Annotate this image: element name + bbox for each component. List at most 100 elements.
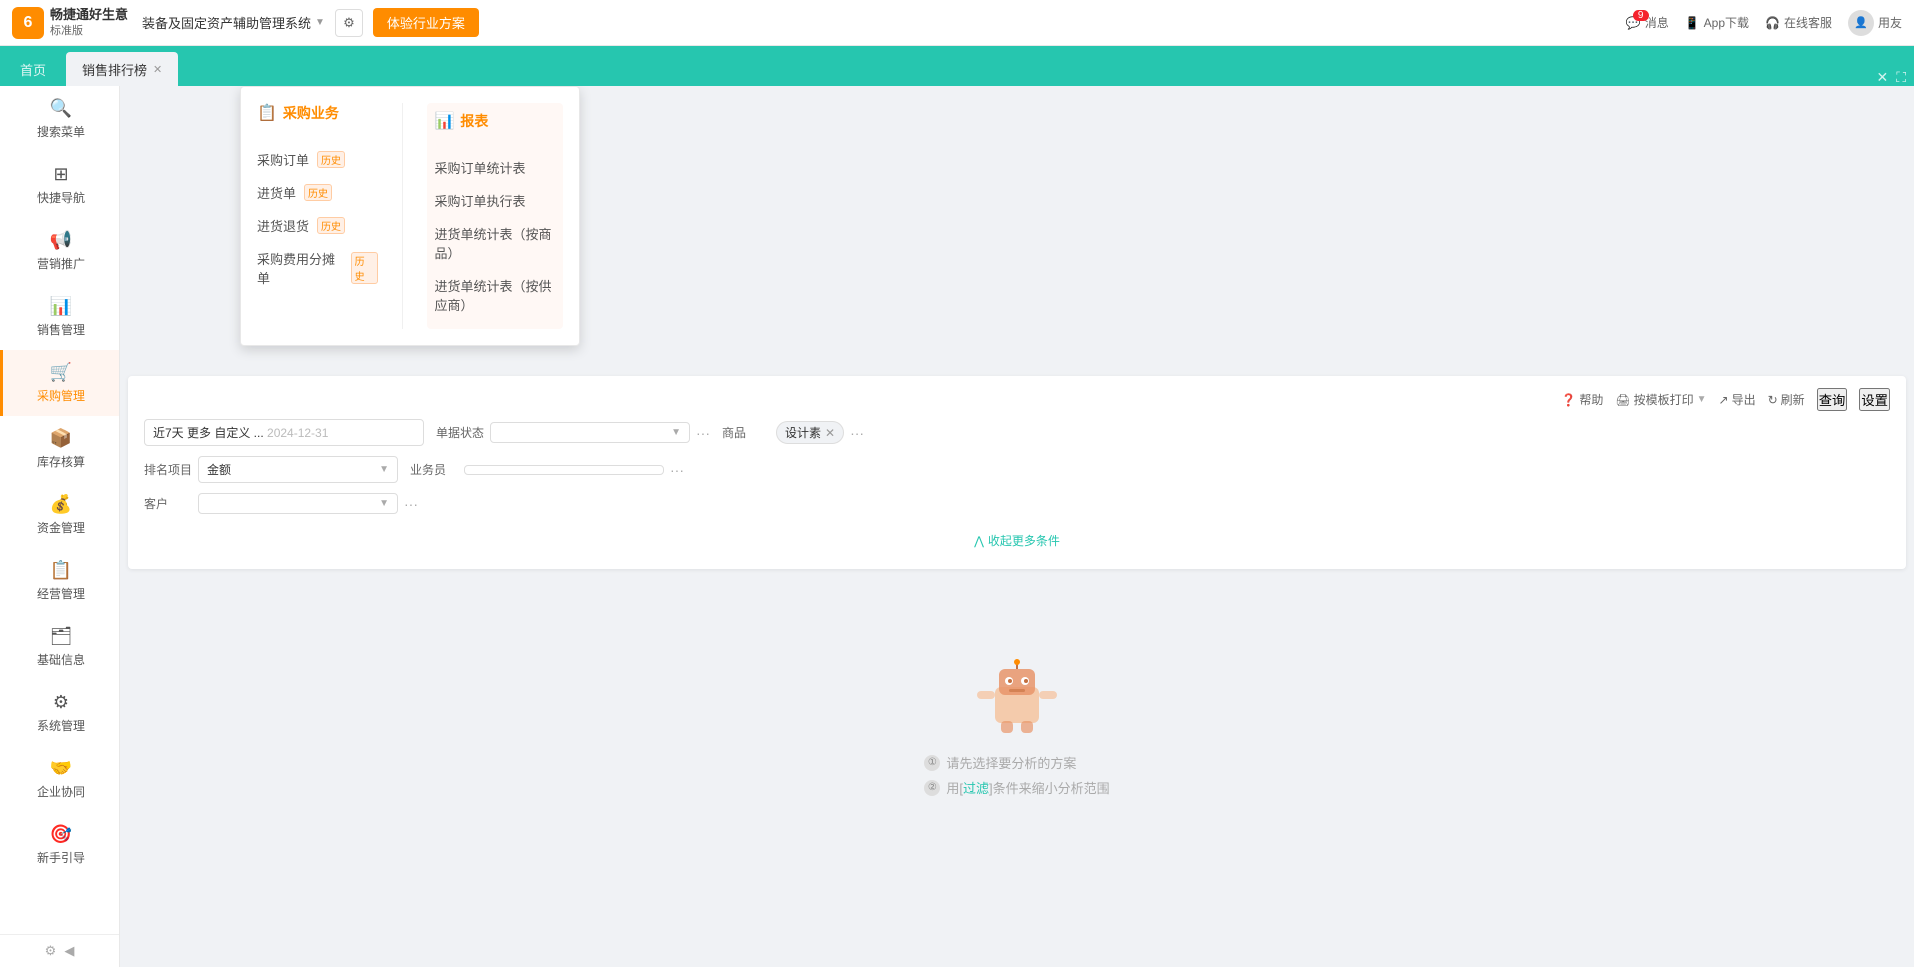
dropdown-item-purchase-expense[interactable]: 采购费用分摊单 历史 bbox=[257, 242, 378, 294]
sidebar-item-stock[interactable]: 📦 库存核算 bbox=[0, 416, 119, 482]
dropdown-col-divider bbox=[402, 103, 403, 329]
sidebar-item-newbie[interactable]: 🎯 新手引导 bbox=[0, 812, 119, 878]
settings-button[interactable]: 设置 bbox=[1859, 388, 1890, 411]
sidebar: 🔍 搜索菜单 ⊞ 快捷导航 📢 营销推广 📊 销售管理 🛒 采购管理 📦 库存核… bbox=[0, 86, 120, 967]
sidebar-item-enterprise[interactable]: 🤝 企业协同 bbox=[0, 746, 119, 812]
goods-tag-remove[interactable]: ✕ bbox=[825, 426, 835, 440]
sidebar-item-ops[interactable]: 📋 经营管理 bbox=[0, 548, 119, 614]
base-icon: 🗂 bbox=[50, 626, 73, 647]
top-header: 6 畅捷通好生意 标准版 装备及固定资产辅助管理系统 ▼ ⚙ 体验行业方案 💬 … bbox=[0, 0, 1914, 46]
customer-dots[interactable]: ··· bbox=[404, 496, 418, 512]
filter-goods-tag: 设计素 ✕ bbox=[776, 421, 844, 444]
filter-goods-cell: 商品 设计素 ✕ ··· bbox=[722, 421, 922, 444]
newbie-icon: 🎯 bbox=[50, 824, 72, 845]
empty-hint-1: ① 请先选择要分析的方案 bbox=[924, 753, 1109, 772]
tab-bar-expand-icon[interactable]: ⛶ bbox=[1896, 69, 1906, 86]
main-layout: 🔍 搜索菜单 ⊞ 快捷导航 📢 营销推广 📊 销售管理 🛒 采购管理 📦 库存核… bbox=[0, 86, 1914, 967]
refresh-icon: ↻ bbox=[1768, 393, 1778, 407]
app-download-btn[interactable]: 📱 App下载 bbox=[1685, 14, 1749, 31]
filter-voucher-status-select[interactable]: ▼ bbox=[490, 422, 690, 443]
purchase-col-icon: 📋 bbox=[257, 103, 277, 123]
dropdown-item-po-exec[interactable]: 采购订单执行表 bbox=[435, 184, 556, 217]
export-btn[interactable]: ↗ 导出 bbox=[1719, 391, 1756, 408]
sidebar-item-system[interactable]: ⚙ 系统管理 bbox=[0, 680, 119, 746]
dropdown-arrow-icon: ▼ bbox=[315, 17, 325, 28]
filter-row-3: 客户 ▼ ··· bbox=[144, 493, 1890, 514]
filter-customer-cell: 客户 ▼ ··· bbox=[144, 493, 418, 514]
tab-sales-ranking[interactable]: 销售排行榜 ✕ bbox=[66, 52, 178, 86]
help-icon: ❓ bbox=[1561, 393, 1576, 407]
tab-bar: 首页 销售排行榜 ✕ ✕ ⛶ bbox=[0, 46, 1914, 86]
header-right: 💬 9 消息 📱 App下载 🎧 在线客服 👤 用友 bbox=[1626, 10, 1902, 36]
dropdown-purchase-title: 📋 采购业务 bbox=[257, 103, 378, 131]
dropdown-item-inbound-return[interactable]: 进货退货 历史 bbox=[257, 209, 378, 242]
filter-voucher-status-cell: 单据状态 ▼ ··· bbox=[436, 422, 710, 443]
filter-salesperson-select[interactable] bbox=[464, 465, 664, 475]
report-col-icon: 📊 bbox=[435, 111, 455, 131]
tab-bar-right: ✕ ⛶ bbox=[1876, 69, 1914, 86]
voucher-status-dots[interactable]: ··· bbox=[696, 425, 710, 441]
marketing-icon: 📢 bbox=[50, 230, 72, 251]
system-icon: ⚙ bbox=[53, 692, 69, 713]
dropdown-purchase-col: 📋 采购业务 采购订单 历史 进货单 历史 进货退货 历史 采购费用分摊单 bbox=[257, 103, 378, 329]
dropdown-report-col: 📊 报表 采购订单统计表 采购订单执行表 进货单统计表（按商品） 进货单统计表（… bbox=[427, 103, 564, 329]
help-btn[interactable]: ❓ 帮助 bbox=[1561, 391, 1603, 408]
industry-btn[interactable]: 体验行业方案 bbox=[373, 8, 479, 37]
content-area: 📋 采购业务 采购订单 历史 进货单 历史 进货退货 历史 采购费用分摊单 bbox=[120, 86, 1914, 967]
dropdown-item-po-stat[interactable]: 采购订单统计表 bbox=[435, 151, 556, 184]
dropdown-item-inbound[interactable]: 进货单 历史 bbox=[257, 176, 378, 209]
stock-icon: 📦 bbox=[50, 428, 72, 449]
user-avatar-btn[interactable]: 👤 用友 bbox=[1848, 10, 1902, 36]
sidebar-settings-icon[interactable]: ⚙ bbox=[45, 943, 57, 959]
sidebar-item-purchase[interactable]: 🛒 采购管理 bbox=[0, 350, 119, 416]
sidebar-collapse-icon[interactable]: ◀ bbox=[64, 943, 74, 959]
print-btn[interactable]: 🖨 按模板打印 ▼ bbox=[1615, 391, 1706, 408]
collapse-icon: ⋀ bbox=[974, 534, 984, 548]
export-icon: ↗ bbox=[1719, 393, 1729, 407]
sidebar-item-search[interactable]: 🔍 搜索菜单 bbox=[0, 86, 119, 152]
dropdown-item-inbound-stat-supplier[interactable]: 进货单统计表（按供应商） bbox=[435, 269, 556, 321]
finance-icon: 💰 bbox=[50, 494, 72, 515]
dropdown-item-purchase-order[interactable]: 采购订单 历史 bbox=[257, 143, 378, 176]
logo-icon: 6 bbox=[12, 7, 44, 39]
dropdown-item-inbound-stat-goods[interactable]: 进货单统计表（按商品） bbox=[435, 217, 556, 269]
tab-home[interactable]: 首页 bbox=[4, 52, 62, 86]
filter-date-select[interactable]: 近7天 更多 自定义 ... 2024-12-31 bbox=[144, 419, 424, 446]
filter-rank-item-select[interactable]: 金额 ▼ bbox=[198, 456, 398, 483]
filter-row-1: 近7天 更多 自定义 ... 2024-12-31 单据状态 ▼ ··· 商品 … bbox=[144, 419, 1890, 446]
gear-btn[interactable]: ⚙ bbox=[335, 9, 363, 37]
filter-panel: ❓ 帮助 🖨 按模板打印 ▼ ↗ 导出 ↻ 刷新 查询 设置 bbox=[128, 376, 1906, 569]
query-button[interactable]: 查询 bbox=[1817, 388, 1848, 411]
sidebar-item-sales[interactable]: 📊 销售管理 bbox=[0, 284, 119, 350]
online-service-btn[interactable]: 🎧 在线客服 bbox=[1765, 14, 1832, 31]
filter-customer-select[interactable]: ▼ bbox=[198, 493, 398, 514]
empty-illustration bbox=[967, 657, 1067, 737]
sidebar-item-quick-nav[interactable]: ⊞ 快捷导航 bbox=[0, 152, 119, 218]
purchase-icon: 🛒 bbox=[50, 362, 72, 383]
enterprise-icon: 🤝 bbox=[50, 758, 72, 779]
dropdown-report-title: 📊 报表 bbox=[435, 111, 556, 139]
mobile-icon: 📱 bbox=[1685, 16, 1700, 30]
refresh-btn[interactable]: ↻ 刷新 bbox=[1768, 391, 1805, 408]
search-icon: 🔍 bbox=[50, 98, 72, 119]
collapse-btn[interactable]: ⋀ 收起更多条件 bbox=[144, 524, 1890, 557]
filter-date-cell: 近7天 更多 自定义 ... 2024-12-31 bbox=[144, 419, 424, 446]
system-title-dropdown[interactable]: 装备及固定资产辅助管理系统 ▼ bbox=[142, 13, 325, 32]
tab-close-icon[interactable]: ✕ bbox=[153, 63, 162, 76]
headset-icon: 🎧 bbox=[1765, 16, 1780, 30]
logo-text: 畅捷通好生意 标准版 bbox=[50, 7, 128, 38]
sidebar-item-marketing[interactable]: 📢 营销推广 bbox=[0, 218, 119, 284]
system-title-text: 装备及固定资产辅助管理系统 bbox=[142, 13, 311, 32]
print-icon: 🖨 bbox=[1615, 393, 1630, 407]
tab-bar-close-icon[interactable]: ✕ bbox=[1876, 69, 1888, 86]
quick-nav-icon: ⊞ bbox=[53, 164, 68, 185]
goods-dots[interactable]: ··· bbox=[850, 425, 864, 441]
sidebar-item-base[interactable]: 🗂 基础信息 bbox=[0, 614, 119, 680]
message-btn[interactable]: 💬 9 消息 bbox=[1626, 14, 1669, 31]
sidebar-item-finance[interactable]: 💰 资金管理 bbox=[0, 482, 119, 548]
filter-row-2: 排名项目 金额 ▼ 业务员 ··· bbox=[144, 456, 1890, 483]
filter-toolbar: ❓ 帮助 🖨 按模板打印 ▼ ↗ 导出 ↻ 刷新 查询 设置 bbox=[144, 388, 1890, 411]
gear-icon: ⚙ bbox=[343, 15, 355, 31]
filter-salesperson-cell: 业务员 ··· bbox=[410, 461, 684, 478]
salesperson-dots[interactable]: ··· bbox=[670, 462, 684, 478]
